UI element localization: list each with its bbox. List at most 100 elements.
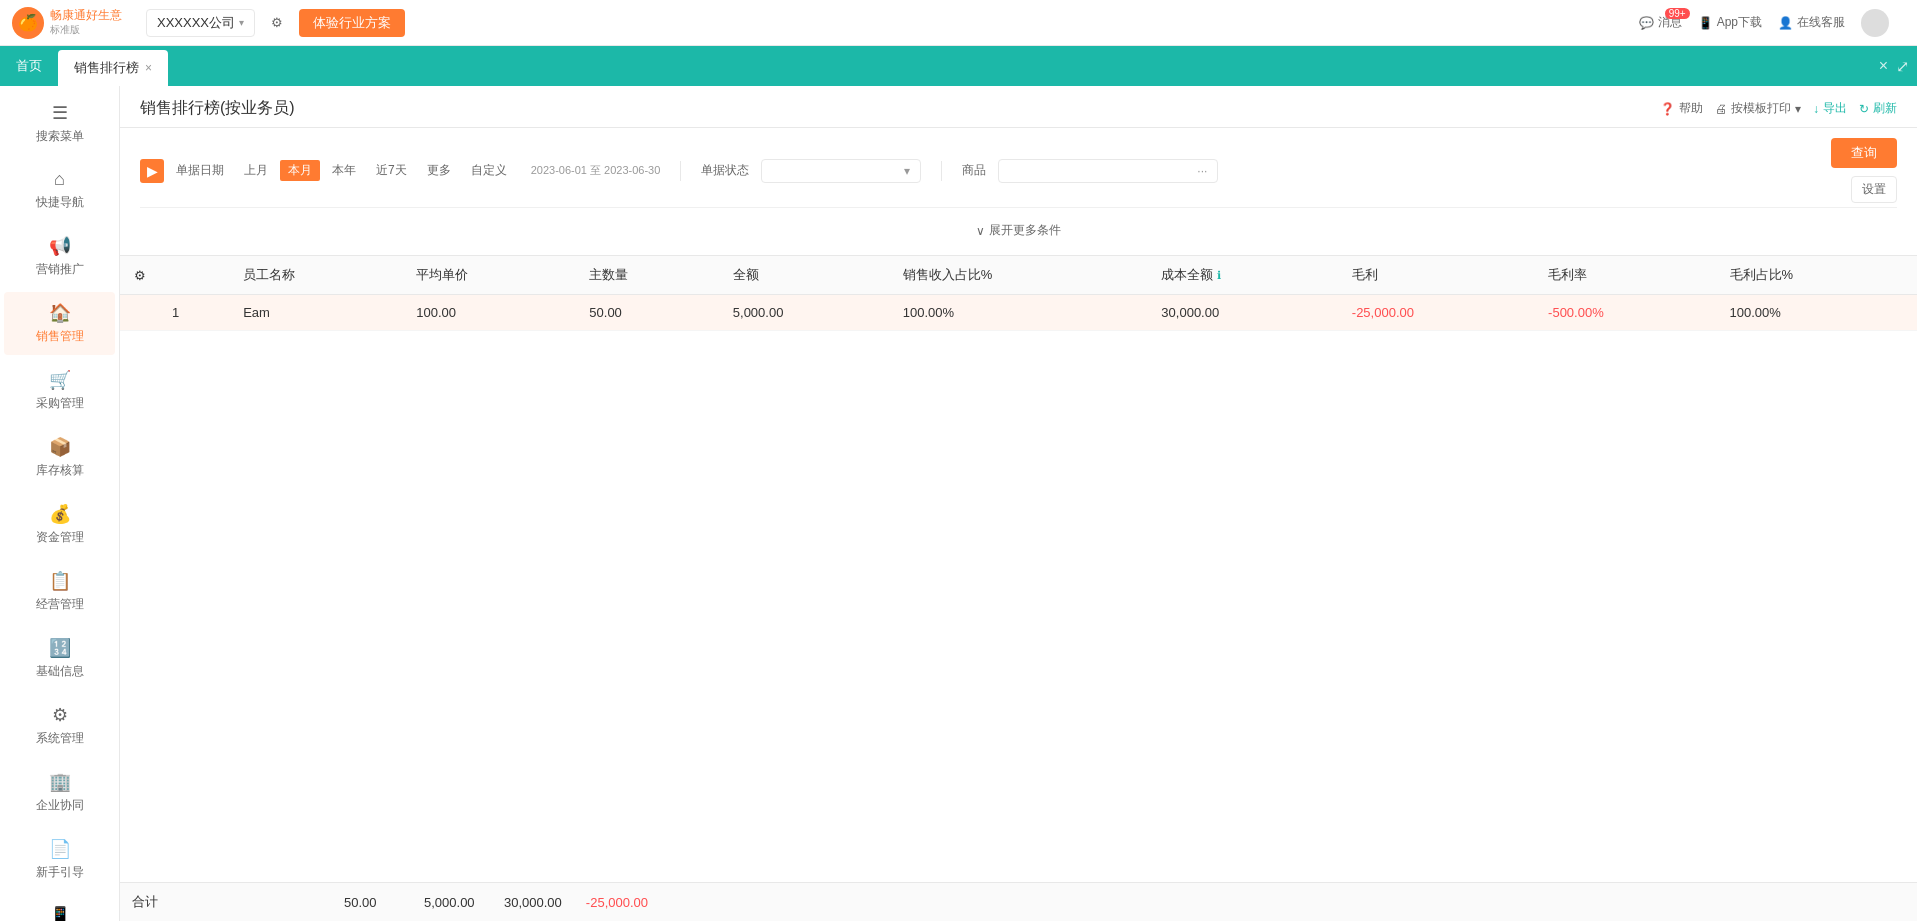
status-select[interactable]: ▾ <box>761 159 921 183</box>
purchase-icon: 🛒 <box>49 369 71 391</box>
date-tab-last-month[interactable]: 上月 <box>236 160 276 181</box>
sidebar-item-operation[interactable]: 📋 经营管理 <box>4 560 115 623</box>
date-tab-this-year[interactable]: 本年 <box>324 160 364 181</box>
filter-bar: ▶ 单据日期 上月 本月 本年 近7天 更多 自定义 2023-06-01 至 … <box>120 128 1917 256</box>
close-all-tabs-button[interactable]: × <box>1879 57 1888 76</box>
sales-icon: 🏠 <box>49 302 71 324</box>
status-filter-label: 单据状态 <box>701 162 749 179</box>
refresh-label: 刷新 <box>1873 100 1897 117</box>
col-avg-price: 平均单价 <box>404 256 577 295</box>
sidebar-item-label: 库存核算 <box>36 462 84 479</box>
sidebar-item-search[interactable]: ☰ 搜索菜单 <box>4 92 115 155</box>
sidebar-item-label: 基础信息 <box>36 663 84 680</box>
col-gross-pct: 毛利占比% <box>1718 256 1918 295</box>
filter-row: ▶ 单据日期 上月 本月 本年 近7天 更多 自定义 2023-06-01 至 … <box>140 138 1897 203</box>
filter-expand-arrow[interactable]: ▶ <box>140 159 164 183</box>
col-gross-profit: 毛利 <box>1340 256 1536 295</box>
print-button[interactable]: 🖨 按模板打印 ▾ <box>1715 100 1801 117</box>
expand-more-button[interactable]: ∨ 展开更多条件 <box>976 222 1061 239</box>
sidebar-item-finance[interactable]: 💰 资金管理 <box>4 493 115 556</box>
sidebar-item-label: 采购管理 <box>36 395 84 412</box>
tab-bar-actions: × ⤢ <box>1879 57 1909 76</box>
finance-icon: 💰 <box>49 503 71 525</box>
online-service-button[interactable]: 👤 在线客服 <box>1778 14 1845 31</box>
col-cost-amount: 成本全额 ℹ <box>1149 256 1339 295</box>
print-label: 按模板打印 <box>1731 100 1791 117</box>
sidebar-item-sales[interactable]: 🏠 销售管理 <box>4 292 115 355</box>
refresh-button[interactable]: ↻ 刷新 <box>1859 100 1897 117</box>
goods-more-icon[interactable]: ··· <box>1197 164 1207 178</box>
footer-gross-profit: -25,000.00 <box>574 895 660 910</box>
company-arrow: ▾ <box>239 17 244 28</box>
company-selector[interactable]: XXXXXX公司 ▾ <box>146 9 255 37</box>
search-menu-icon: ☰ <box>52 102 68 124</box>
col-gross-margin: 毛利率 <box>1536 256 1717 295</box>
tab-home[interactable]: 首页 <box>0 46 58 86</box>
footer-cost: 30,000.00 <box>492 895 574 910</box>
col-rank <box>160 256 231 295</box>
set-button[interactable]: 设置 <box>1851 176 1897 203</box>
logo-text: 畅康通好生意 <box>50 8 122 24</box>
data-table: ⚙ 员工名称 平均单价 主数量 全额 销售收入占比% 成本全额 ℹ 毛利 毛利率… <box>120 256 1917 331</box>
sidebar-item-marketing[interactable]: 📢 营销推广 <box>4 225 115 288</box>
print-arrow-icon: ▾ <box>1795 102 1801 116</box>
help-button[interactable]: ❓ 帮助 <box>1660 100 1703 117</box>
top-bar-right: 💬 消息 99+ 📱 App下载 👤 在线客服 <box>1639 9 1905 37</box>
sidebar-item-label: 企业协同 <box>36 797 84 814</box>
cell-amount: 5,000.00 <box>721 295 891 331</box>
sidebar-item-guide[interactable]: 📄 新手引导 <box>4 828 115 891</box>
company-name: XXXXXX公司 <box>157 14 235 32</box>
message-button[interactable]: 💬 消息 99+ <box>1639 14 1682 31</box>
refresh-icon: ↻ <box>1859 102 1869 116</box>
page-header: 销售排行榜(按业务员) ❓ 帮助 🖨 按模板打印 ▾ ↓ 导出 ↻ 刷新 <box>120 86 1917 128</box>
date-range: 2023-06-01 至 2023-06-30 <box>531 163 661 178</box>
goods-filter[interactable]: ··· <box>998 159 1218 183</box>
logo-sub: 标准版 <box>50 23 122 37</box>
col-name: 员工名称 <box>231 256 404 295</box>
date-filter-label: 单据日期 <box>176 162 224 179</box>
date-tab-more[interactable]: 更多 <box>419 160 459 181</box>
trial-button[interactable]: 体验行业方案 <box>299 9 405 37</box>
table-container: ⚙ 员工名称 平均单价 主数量 全额 销售收入占比% 成本全额 ℹ 毛利 毛利率… <box>120 256 1917 882</box>
apps-icon: 📱 <box>49 905 71 921</box>
export-button[interactable]: ↓ 导出 <box>1813 100 1847 117</box>
content-area: 销售排行榜(按业务员) ❓ 帮助 🖨 按模板打印 ▾ ↓ 导出 ↻ 刷新 <box>120 86 1917 921</box>
sidebar-item-purchase[interactable]: 🛒 采购管理 <box>4 359 115 422</box>
sidebar: ☰ 搜索菜单 ⌂ 快捷导航 📢 营销推广 🏠 销售管理 🛒 采购管理 📦 库存核… <box>0 86 120 921</box>
sidebar-item-basic[interactable]: 🔢 基础信息 <box>4 627 115 690</box>
date-tab-7days[interactable]: 近7天 <box>368 160 415 181</box>
app-download-button[interactable]: 📱 App下载 <box>1698 14 1762 31</box>
query-button[interactable]: 查询 <box>1831 138 1897 168</box>
cell-qty: 50.00 <box>577 295 720 331</box>
date-tab-custom[interactable]: 自定义 <box>463 160 515 181</box>
cell-avg-price: 100.00 <box>404 295 577 331</box>
tab-bar: 首页 销售排行榜 × × ⤢ <box>0 46 1917 86</box>
guide-icon: 📄 <box>49 838 71 860</box>
date-tab-this-month[interactable]: 本月 <box>280 160 320 181</box>
tab-sales-ranking[interactable]: 销售排行榜 × <box>58 50 168 86</box>
settings-icon[interactable]: ⚙ <box>263 9 291 37</box>
cell-gross-margin: -500.00% <box>1536 295 1717 331</box>
avatar[interactable] <box>1861 9 1889 37</box>
table-row: 1 Eam 100.00 50.00 5,000.00 100.00% 30,0… <box>120 295 1917 331</box>
enterprise-icon: 🏢 <box>49 771 71 793</box>
sidebar-item-label: 系统管理 <box>36 730 84 747</box>
message-icon: 💬 <box>1639 16 1654 30</box>
tab-close-icon[interactable]: × <box>145 61 152 75</box>
sidebar-item-label: 快捷导航 <box>36 194 84 211</box>
sidebar-item-apps[interactable]: 📱 应用中心 <box>4 895 115 921</box>
cell-rank: 1 <box>160 295 231 331</box>
sidebar-item-label: 销售管理 <box>36 328 84 345</box>
system-icon: ⚙ <box>52 704 68 726</box>
sidebar-item-system[interactable]: ⚙ 系统管理 <box>4 694 115 757</box>
footer-cells: 50.00 5,000.00 30,000.00 -25,000.00 <box>332 895 1905 910</box>
expand-tab-button[interactable]: ⤢ <box>1896 57 1909 76</box>
inventory-icon: 📦 <box>49 436 71 458</box>
sidebar-item-enterprise[interactable]: 🏢 企业协同 <box>4 761 115 824</box>
table-header-row: ⚙ 员工名称 平均单价 主数量 全额 销售收入占比% 成本全额 ℹ 毛利 毛利率… <box>120 256 1917 295</box>
col-qty: 主数量 <box>577 256 720 295</box>
sidebar-item-inventory[interactable]: 📦 库存核算 <box>4 426 115 489</box>
sidebar-item-shortcut[interactable]: ⌂ 快捷导航 <box>4 159 115 221</box>
cell-settings <box>120 295 160 331</box>
col-settings[interactable]: ⚙ <box>120 256 160 295</box>
